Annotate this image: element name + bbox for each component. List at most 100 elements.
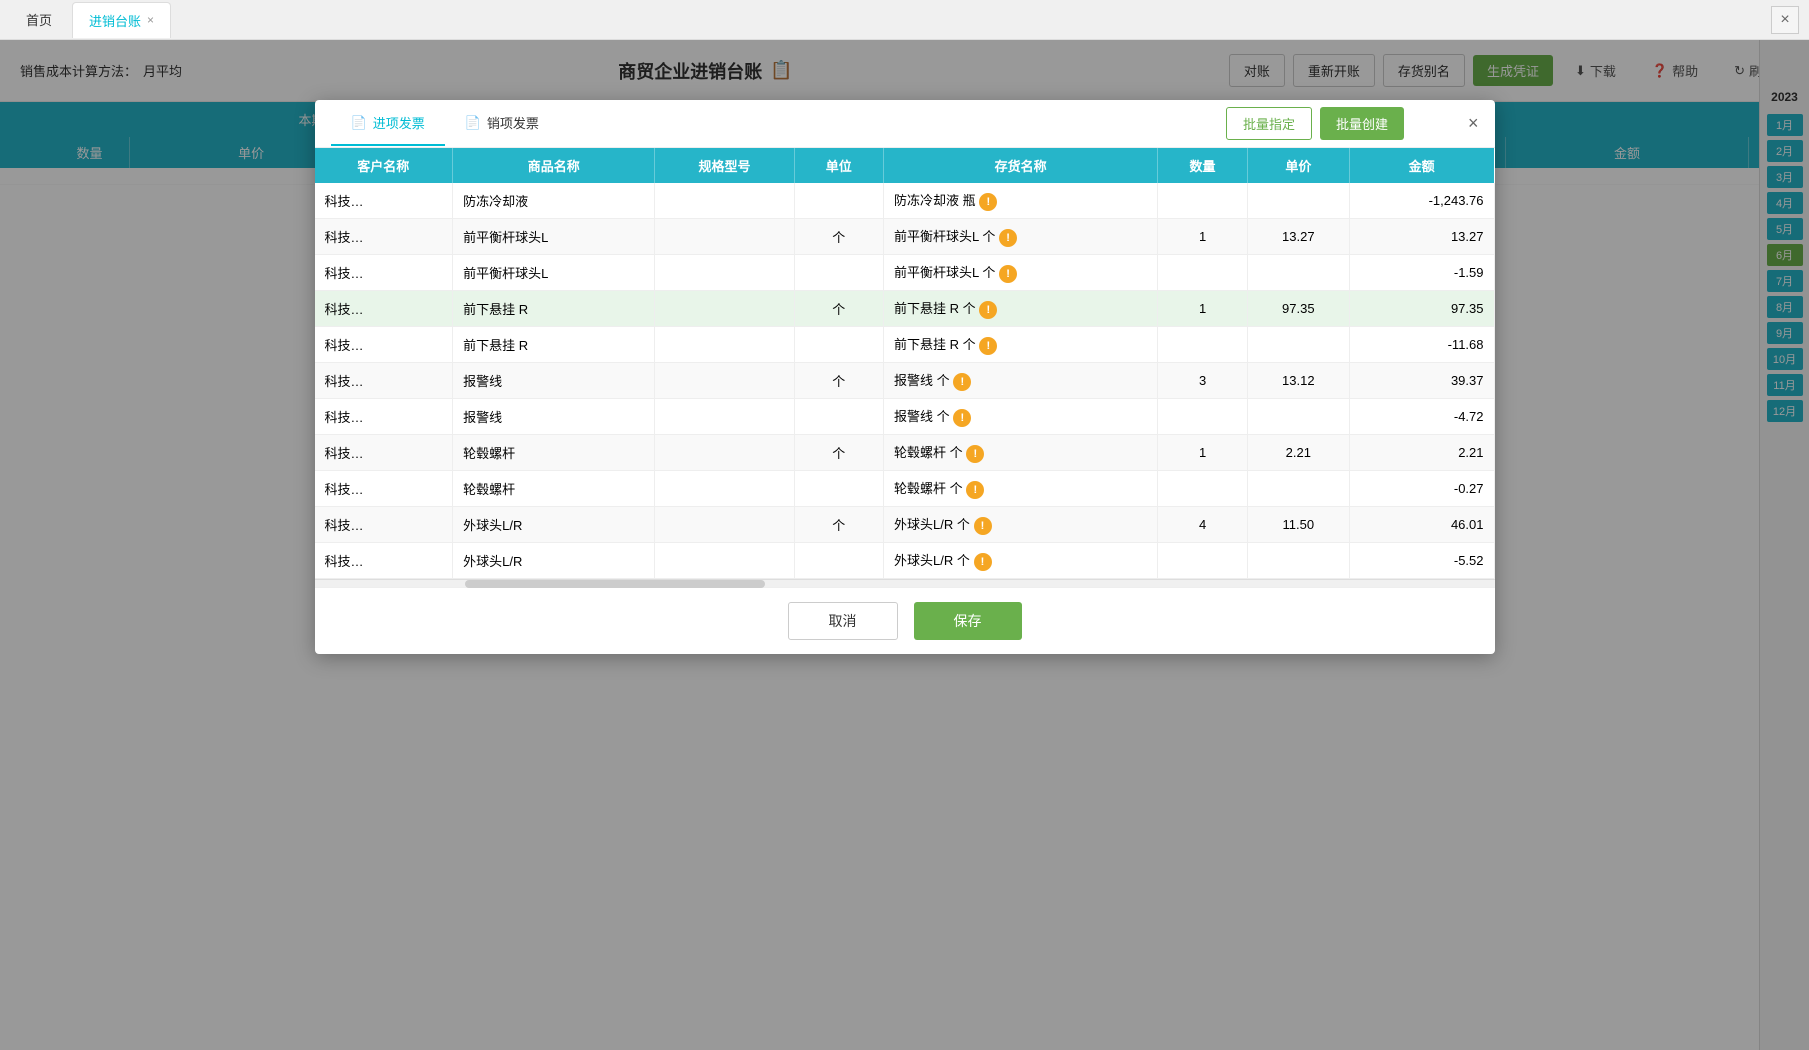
tab-bar: 首页 进销台账 × × — [0, 0, 1809, 40]
cell-inventory: 轮毂螺杆 个 ! — [884, 435, 1158, 471]
cell-product: 防冻冷却液 — [453, 183, 655, 219]
cell-unit — [794, 543, 884, 579]
table-row[interactable]: 科技… 防冻冷却液 防冻冷却液 瓶 ! -1,243.76 — [315, 183, 1495, 219]
cell-unit: 个 — [794, 435, 884, 471]
dialog-close-button[interactable]: × — [1452, 113, 1495, 134]
dialog-header-actions: 批量指定 批量创建 — [1226, 107, 1444, 140]
cell-unit: 个 — [794, 219, 884, 255]
warning-icon: ! — [979, 193, 997, 211]
col-spec: 规格型号 — [655, 148, 794, 183]
warning-icon: ! — [979, 301, 997, 319]
warning-icon: ! — [953, 409, 971, 427]
window-close-button[interactable]: × — [1771, 6, 1799, 34]
cell-unit: 个 — [794, 363, 884, 399]
table-row[interactable]: 科技… 前平衡杆球头L 前平衡杆球头L 个 ! -1.59 — [315, 255, 1495, 291]
cell-qty — [1158, 183, 1248, 219]
cell-inventory: 防冻冷却液 瓶 ! — [884, 183, 1158, 219]
cell-spec — [655, 327, 794, 363]
cell-product: 前平衡杆球头L — [453, 219, 655, 255]
warning-icon: ! — [966, 445, 984, 463]
cell-price — [1247, 399, 1349, 435]
cell-inventory: 外球头L/R 个 ! — [884, 543, 1158, 579]
warning-icon: ! — [999, 265, 1017, 283]
cell-inventory: 前下悬挂 R 个 ! — [884, 327, 1158, 363]
incoming-invoice-label: 进项发票 — [373, 113, 425, 132]
cell-spec — [655, 435, 794, 471]
tab-incoming-invoice[interactable]: 📄 进项发票 — [331, 101, 445, 146]
cancel-button[interactable]: 取消 — [788, 602, 898, 640]
cell-unit — [794, 399, 884, 435]
table-row[interactable]: 科技… 外球头L/R 外球头L/R 个 ! -5.52 — [315, 543, 1495, 579]
dialog-table-wrapper[interactable]: 客户名称 商品名称 规格型号 单位 存货名称 数量 单价 金额 科技… 防冻冷却… — [315, 148, 1495, 579]
cell-amount: -4.72 — [1349, 399, 1494, 435]
table-row[interactable]: 科技… 前平衡杆球头L 个 前平衡杆球头L 个 ! 1 13.27 13.27 — [315, 219, 1495, 255]
cell-amount: 46.01 — [1349, 507, 1494, 543]
cell-price — [1247, 327, 1349, 363]
cell-qty: 1 — [1158, 435, 1248, 471]
cell-unit — [794, 183, 884, 219]
cell-customer: 科技… — [315, 507, 453, 543]
cell-product: 报警线 — [453, 399, 655, 435]
table-row[interactable]: 科技… 外球头L/R 个 外球头L/R 个 ! 4 11.50 46.01 — [315, 507, 1495, 543]
table-row[interactable]: 科技… 轮毂螺杆 轮毂螺杆 个 ! -0.27 — [315, 471, 1495, 507]
tab-outgoing-invoice[interactable]: 📄 销项发票 — [445, 101, 559, 146]
outgoing-invoice-label: 销项发票 — [487, 113, 539, 132]
table-scrollbar[interactable] — [315, 579, 1495, 587]
cell-amount: 13.27 — [1349, 219, 1494, 255]
cell-inventory: 报警线 个 ! — [884, 363, 1158, 399]
cell-amount: -11.68 — [1349, 327, 1494, 363]
cell-price — [1247, 543, 1349, 579]
cell-amount: 2.21 — [1349, 435, 1494, 471]
tab-active[interactable]: 进销台账 × — [72, 2, 171, 38]
cell-customer: 科技… — [315, 327, 453, 363]
cell-price — [1247, 471, 1349, 507]
invoice-table: 客户名称 商品名称 规格型号 单位 存货名称 数量 单价 金额 科技… 防冻冷却… — [315, 148, 1495, 579]
warning-icon: ! — [999, 229, 1017, 247]
cell-product: 前下悬挂 R — [453, 327, 655, 363]
cell-price: 13.12 — [1247, 363, 1349, 399]
table-row[interactable]: 科技… 轮毂螺杆 个 轮毂螺杆 个 ! 1 2.21 2.21 — [315, 435, 1495, 471]
cell-spec — [655, 471, 794, 507]
cell-customer: 科技… — [315, 363, 453, 399]
table-row[interactable]: 科技… 前下悬挂 R 前下悬挂 R 个 ! -11.68 — [315, 327, 1495, 363]
cell-product: 轮毂螺杆 — [453, 435, 655, 471]
batch-create-button[interactable]: 批量创建 — [1320, 107, 1404, 140]
tab-home[interactable]: 首页 — [10, 2, 68, 37]
cell-inventory: 轮毂螺杆 个 ! — [884, 471, 1158, 507]
cell-qty: 1 — [1158, 291, 1248, 327]
cell-spec — [655, 507, 794, 543]
cell-price — [1247, 183, 1349, 219]
cell-spec — [655, 255, 794, 291]
table-row[interactable]: 科技… 报警线 报警线 个 ! -4.72 — [315, 399, 1495, 435]
batch-assign-button[interactable]: 批量指定 — [1226, 107, 1312, 140]
cell-amount: -1,243.76 — [1349, 183, 1494, 219]
cell-spec — [655, 399, 794, 435]
cell-qty — [1158, 543, 1248, 579]
warning-icon: ! — [974, 553, 992, 571]
cell-product: 报警线 — [453, 363, 655, 399]
tab-active-label: 进销台账 — [89, 11, 141, 30]
table-row[interactable]: 科技… 前下悬挂 R 个 前下悬挂 R 个 ! 1 97.35 97.35 — [315, 291, 1495, 327]
cell-customer: 科技… — [315, 183, 453, 219]
cell-spec — [655, 183, 794, 219]
cell-product: 前下悬挂 R — [453, 291, 655, 327]
table-row[interactable]: 科技… 报警线 个 报警线 个 ! 3 13.12 39.37 — [315, 363, 1495, 399]
col-amount: 金额 — [1349, 148, 1494, 183]
cell-amount: -0.27 — [1349, 471, 1494, 507]
main-content: 销售成本计算方法： 月平均 商贸企业进销台账 📋 对账 重新开账 存货别名 生成… — [0, 40, 1809, 1050]
cell-amount: 39.37 — [1349, 363, 1494, 399]
cell-amount: -1.59 — [1349, 255, 1494, 291]
cell-price: 13.27 — [1247, 219, 1349, 255]
warning-icon: ! — [953, 373, 971, 391]
cell-price: 11.50 — [1247, 507, 1349, 543]
cell-product: 外球头L/R — [453, 507, 655, 543]
tab-close-icon[interactable]: × — [147, 13, 154, 27]
cell-unit: 个 — [794, 291, 884, 327]
cell-customer: 科技… — [315, 255, 453, 291]
scrollbar-thumb[interactable] — [465, 580, 765, 588]
save-button[interactable]: 保存 — [914, 602, 1022, 640]
cell-unit — [794, 471, 884, 507]
cell-spec — [655, 219, 794, 255]
cell-customer: 科技… — [315, 399, 453, 435]
col-product: 商品名称 — [453, 148, 655, 183]
